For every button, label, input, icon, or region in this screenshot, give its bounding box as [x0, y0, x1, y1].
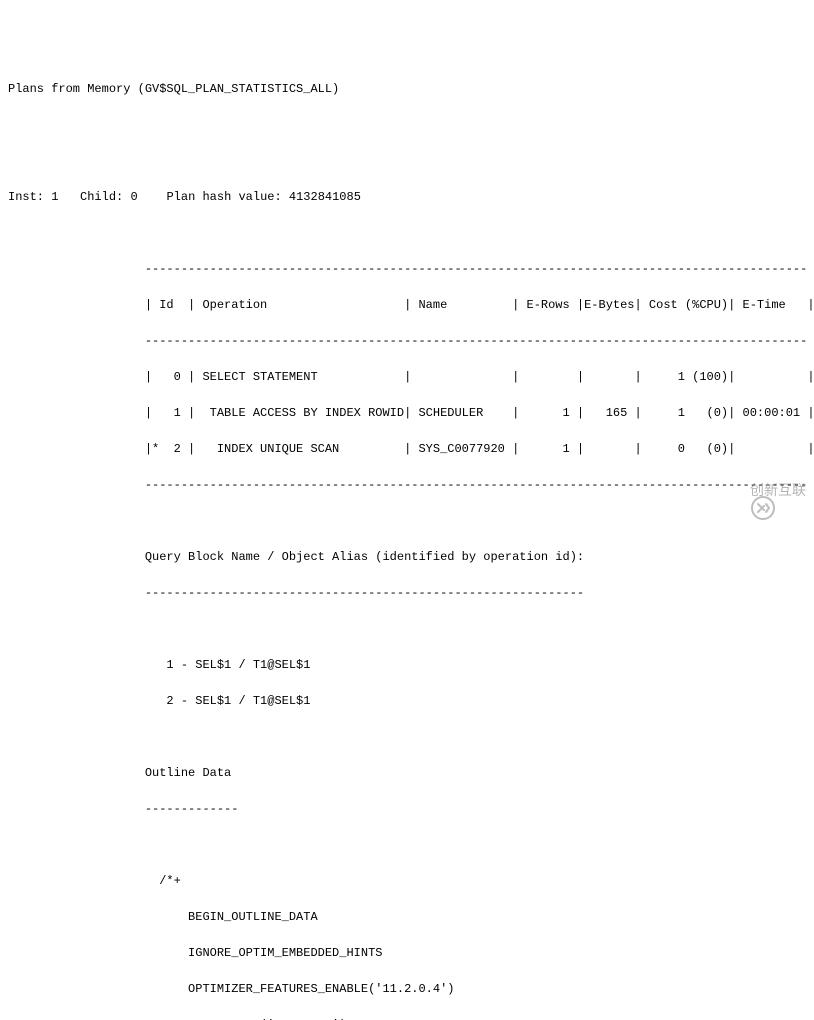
- outline-title: Outline Data: [8, 764, 806, 782]
- inst-value: 1: [51, 190, 58, 204]
- qblock-line: 1 - SEL$1 / T1@SEL$1: [8, 656, 806, 674]
- blank: [8, 152, 806, 170]
- blank: [8, 620, 806, 638]
- plan-hash-label: Plan hash value:: [166, 190, 281, 204]
- watermark-logo-icon: [722, 478, 746, 502]
- blank: [8, 836, 806, 854]
- child-label: Child:: [80, 190, 123, 204]
- outline-hint: IGNORE_OPTIM_EMBEDDED_HINTS: [8, 944, 806, 962]
- table-row: | 0 | SELECT STATEMENT | | | | 1 (100)| …: [8, 368, 806, 386]
- title-line: Plans from Memory (GV$SQL_PLAN_STATISTIC…: [8, 80, 806, 98]
- qblock-dashes: ----------------------------------------…: [8, 584, 806, 602]
- watermark-text: 创新互联: [750, 480, 806, 501]
- table-row: |* 2 | INDEX UNIQUE SCAN | SYS_C0077920 …: [8, 440, 806, 458]
- child-value: 0: [130, 190, 137, 204]
- outline-hint: DB_VERSION('11.2.0.4'): [8, 1016, 806, 1020]
- blank: [8, 512, 806, 530]
- outline-hint: BEGIN_OUTLINE_DATA: [8, 908, 806, 926]
- blank: [8, 224, 806, 242]
- outline-hint: OPTIMIZER_FEATURES_ENABLE('11.2.0.4'): [8, 980, 806, 998]
- qblock-line: 2 - SEL$1 / T1@SEL$1: [8, 692, 806, 710]
- plan-hash-value: 4132841085: [289, 190, 361, 204]
- table-row: | 1 | TABLE ACCESS BY INDEX ROWID| SCHED…: [8, 404, 806, 422]
- inst-child-plan-line: Inst: 1 Child: 0 Plan hash value: 413284…: [8, 188, 806, 206]
- blank: [8, 728, 806, 746]
- watermark: 创新互联: [722, 478, 806, 502]
- table-border-mid: ----------------------------------------…: [8, 332, 806, 350]
- table-border-top: ----------------------------------------…: [8, 260, 806, 278]
- qblock-title: Query Block Name / Object Alias (identif…: [8, 548, 806, 566]
- outline-dashes: -------------: [8, 800, 806, 818]
- inst-label: Inst:: [8, 190, 44, 204]
- table-header: | Id | Operation | Name | E-Rows |E-Byte…: [8, 296, 806, 314]
- table-border-bottom: ----------------------------------------…: [8, 476, 806, 494]
- outline-open: /*+: [8, 872, 806, 890]
- blank: [8, 116, 806, 134]
